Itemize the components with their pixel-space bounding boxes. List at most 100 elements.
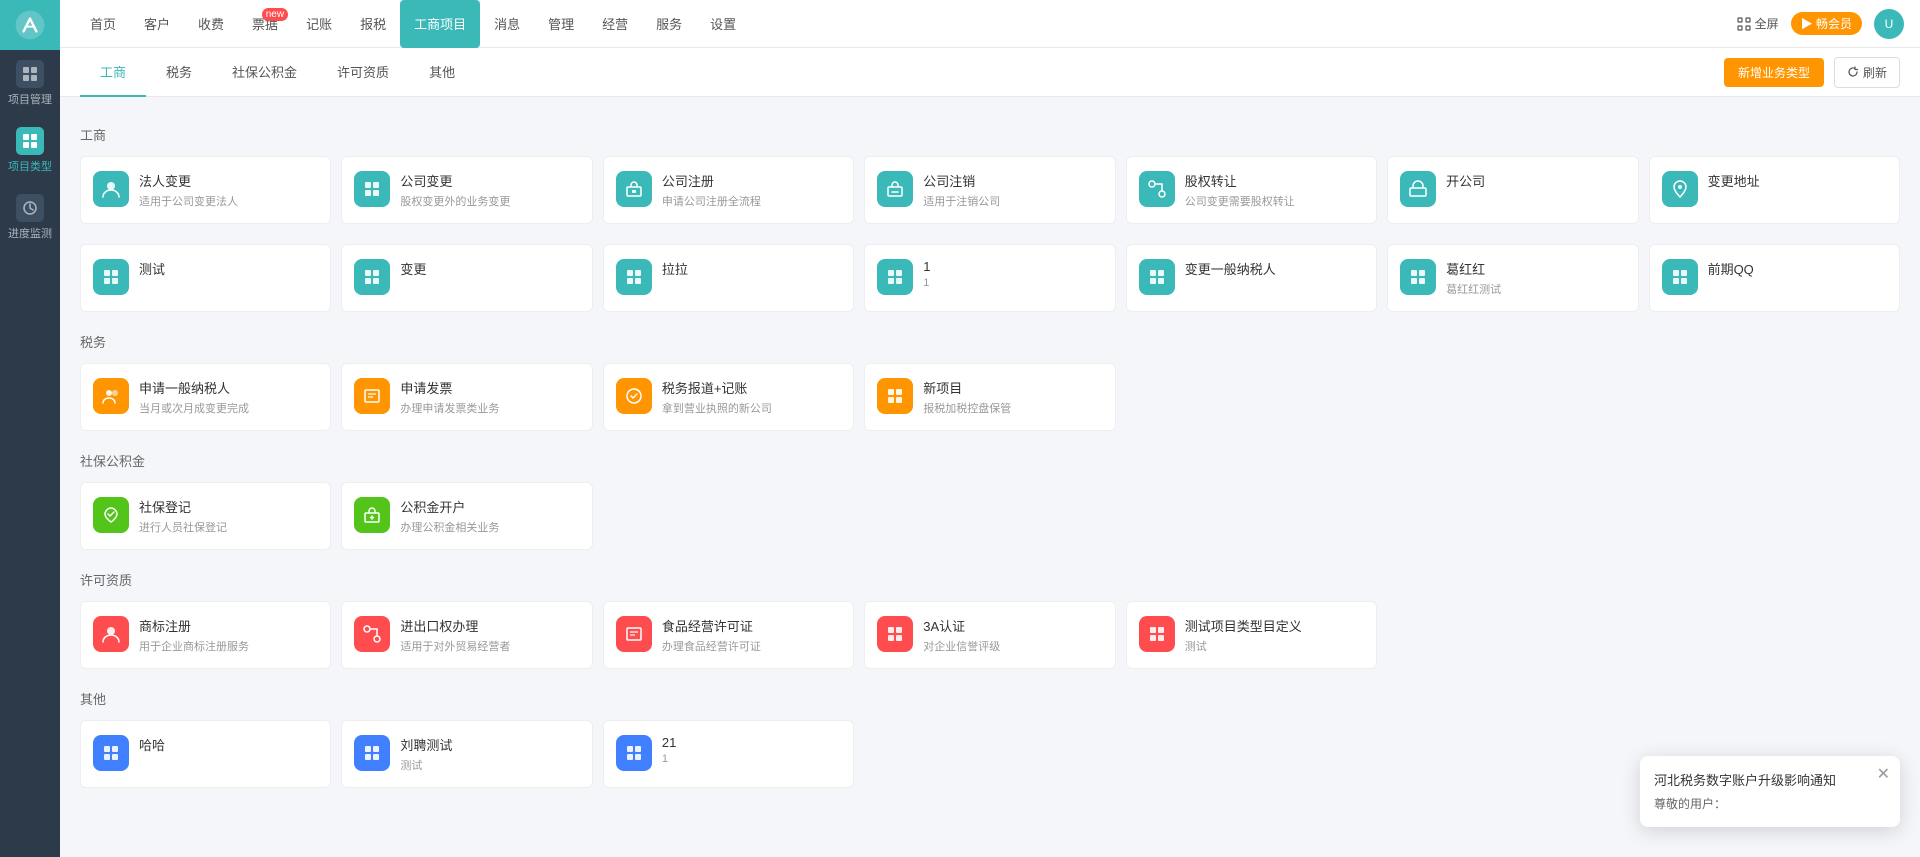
nav-manage[interactable]: 管理	[534, 0, 588, 48]
refresh-button[interactable]: 刷新	[1834, 57, 1900, 88]
card-info-new-project: 新项目 报税加税控盘保管	[923, 378, 1102, 416]
card-haha[interactable]: 哈哈	[80, 720, 331, 788]
card-twentyone[interactable]: 21 1	[603, 720, 854, 788]
card-social-register[interactable]: 社保登记 进行人员社保登记	[80, 482, 331, 550]
nav-accounting[interactable]: 记账	[292, 0, 346, 48]
section-title-shuiwu: 税务	[80, 332, 1900, 351]
card-info-tax-declare: 税务报道+记账 拿到营业执照的新公司	[662, 378, 841, 416]
card-name-ge-hong-hong: 葛红红	[1446, 259, 1625, 278]
card-icon-company-change	[354, 171, 390, 207]
card-3a-cert[interactable]: 3A认证 对企业信誉评级	[864, 601, 1115, 669]
notification-popup: ✕ 河北税务数字账户升级影响通知 尊敬的用户：	[1640, 756, 1900, 827]
card-legal-change[interactable]: 法人变更 适用于公司变更法人	[80, 156, 331, 224]
card-change-address[interactable]: 变更地址	[1649, 156, 1900, 224]
card-company-cancel[interactable]: 公司注销 适用于注销公司	[864, 156, 1115, 224]
subtab-shuiwu[interactable]: 税务	[146, 48, 212, 97]
nav-operation[interactable]: 经营	[588, 0, 642, 48]
subtab-xuke[interactable]: 许可资质	[317, 48, 409, 97]
notification-title: 河北税务数字账户升级影响通知	[1654, 770, 1886, 789]
card-desc-trademark: 用于企业商标注册服务	[139, 638, 318, 654]
sidebar-item-progress-monitor-label: 进度监测	[8, 225, 52, 241]
card-company-register[interactable]: 公司注册 申请公司注册全流程	[603, 156, 854, 224]
card-one[interactable]: 1 1	[864, 244, 1115, 312]
card-tax-declare[interactable]: 税务报道+记账 拿到营业执照的新公司	[603, 363, 854, 431]
card-equity-transfer[interactable]: 股权转让 公司变更需要股权转让	[1126, 156, 1377, 224]
card-info-fund-open: 公积金开户 办理公积金相关业务	[400, 497, 579, 535]
card-info-food-license: 食品经营许可证 办理食品经营许可证	[662, 616, 841, 654]
card-desc-company-change: 股权变更外的业务变更	[400, 193, 579, 209]
card-desc-new-project: 报税加税控盘保管	[923, 400, 1102, 416]
notification-close-button[interactable]: ✕	[1877, 764, 1890, 784]
card-info-company-cancel: 公司注销 适用于注销公司	[923, 171, 1102, 209]
card-company-change[interactable]: 公司变更 股权变更外的业务变更	[341, 156, 592, 224]
card-liupeng-test[interactable]: 刘聘测试 测试	[341, 720, 592, 788]
vip-button[interactable]: ▶ 畅会员	[1791, 12, 1862, 35]
card-apply-invoice[interactable]: 申请发票 办理申请发票类业务	[341, 363, 592, 431]
card-ge-hong-hong[interactable]: 葛红红 葛红红测试	[1387, 244, 1638, 312]
card-fund-open[interactable]: 公积金开户 办理公积金相关业务	[341, 482, 592, 550]
card-icon-liupeng-test	[354, 735, 390, 771]
card-trademark[interactable]: 商标注册 用于企业商标注册服务	[80, 601, 331, 669]
card-food-license[interactable]: 食品经营许可证 办理食品经营许可证	[603, 601, 854, 669]
card-icon-lala	[616, 259, 652, 295]
section-title-shebao: 社保公积金	[80, 451, 1900, 470]
card-icon-change-general	[1139, 259, 1175, 295]
nav-service[interactable]: 服务	[642, 0, 696, 48]
card-name-open-company: 开公司	[1446, 171, 1625, 190]
nav-ticket[interactable]: 票据 new	[238, 0, 292, 48]
card-change-general[interactable]: 变更一般纳税人	[1126, 244, 1377, 312]
card-apply-general[interactable]: 申请一般纳税人 当月或次月成变更完成	[80, 363, 331, 431]
topnav: 首页 客户 收费 票据 new 记账 报税 工商项目 消息 管理 经营 服务 设…	[60, 0, 1920, 48]
card-info-early-qq: 前期QQ	[1708, 259, 1887, 278]
card-name-trademark: 商标注册	[139, 616, 318, 635]
section-title-xuke: 许可资质	[80, 570, 1900, 589]
sidebar-item-project-manage[interactable]: 项目管理	[0, 50, 60, 117]
avatar[interactable]: U	[1874, 9, 1904, 39]
card-name-company-cancel: 公司注销	[923, 171, 1102, 190]
card-name-import-export: 进出口权办理	[400, 616, 579, 635]
card-test[interactable]: 测试	[80, 244, 331, 312]
nav-message[interactable]: 消息	[480, 0, 534, 48]
card-name-haha: 哈哈	[139, 735, 318, 754]
card-name-test: 测试	[139, 259, 318, 278]
card-icon-company-register	[616, 171, 652, 207]
nav-settings[interactable]: 设置	[696, 0, 750, 48]
card-early-qq[interactable]: 前期QQ	[1649, 244, 1900, 312]
new-type-button[interactable]: 新增业务类型	[1724, 58, 1824, 87]
card-change2[interactable]: 变更	[341, 244, 592, 312]
subtab-gongshang[interactable]: 工商	[80, 48, 146, 97]
subtab-other[interactable]: 其他	[409, 48, 475, 97]
card-name-legal-change: 法人变更	[139, 171, 318, 190]
card-open-company[interactable]: 开公司	[1387, 156, 1638, 224]
card-name-social-register: 社保登记	[139, 497, 318, 516]
nav-tax[interactable]: 报税	[346, 0, 400, 48]
card-desc-liupeng-test: 测试	[400, 757, 579, 773]
nav-bizproject[interactable]: 工商项目	[400, 0, 480, 48]
card-import-export[interactable]: 进出口权办理 适用于对外贸易经营者	[341, 601, 592, 669]
card-lala[interactable]: 拉拉	[603, 244, 854, 312]
card-icon-import-export	[354, 616, 390, 652]
card-test-project-type[interactable]: 测试项目类型目定义 测试	[1126, 601, 1377, 669]
card-icon-trademark	[93, 616, 129, 652]
nav-billing[interactable]: 收费	[184, 0, 238, 48]
fullscreen-btn[interactable]: 全屏	[1737, 15, 1779, 32]
card-info-social-register: 社保登记 进行人员社保登记	[139, 497, 318, 535]
card-info-lala: 拉拉	[662, 259, 841, 278]
other-cards: 哈哈 刘聘测试 测试 21 1	[80, 720, 1900, 788]
nav-home[interactable]: 首页	[76, 0, 130, 48]
card-desc-equity-transfer: 公司变更需要股权转让	[1185, 193, 1364, 209]
main-content: 工商 税务 社保公积金 许可资质 其他 新增业务类型 刷新 工商	[60, 48, 1920, 857]
card-info-open-company: 开公司	[1446, 171, 1625, 193]
card-icon-fund-open	[354, 497, 390, 533]
subtab-shebao[interactable]: 社保公积金	[212, 48, 317, 97]
sidebar: 项目管理 项目类型 进度监测	[0, 0, 60, 857]
card-desc-twentyone: 1	[662, 753, 841, 765]
sidebar-logo[interactable]	[0, 0, 60, 50]
shebao-cards: 社保登记 进行人员社保登记 公积金开户 办理公积金相关业务	[80, 482, 1900, 550]
vip-label: ▶	[1801, 17, 1816, 31]
nav-customer[interactable]: 客户	[130, 0, 184, 48]
card-new-project[interactable]: 新项目 报税加税控盘保管	[864, 363, 1115, 431]
sidebar-item-project-type[interactable]: 项目类型	[0, 117, 60, 184]
section-title-other: 其他	[80, 689, 1900, 708]
sidebar-item-progress-monitor[interactable]: 进度监测	[0, 184, 60, 251]
